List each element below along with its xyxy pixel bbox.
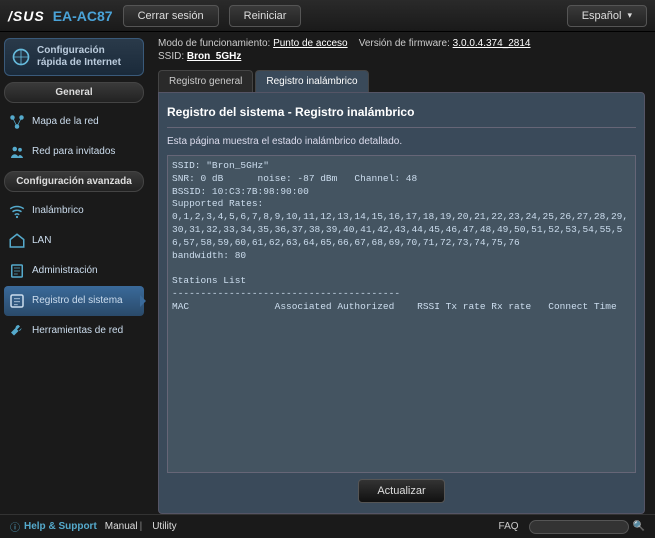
panel: Registro del sistema - Registro inalámbr…: [158, 92, 645, 514]
sidebar-item-label: Inalámbrico: [32, 205, 84, 217]
sidebar-item-label: Administración: [32, 265, 98, 277]
sidebar-header-advanced: Configuración avanzada: [4, 171, 144, 192]
sidebar-item-network-map[interactable]: Mapa de la red: [4, 107, 144, 137]
help-support-label: Help & Support: [24, 521, 97, 532]
wireless-icon: [8, 202, 26, 220]
sidebar-item-label: Registro del sistema: [32, 295, 123, 307]
tabs: Registro general Registro inalámbrico: [158, 70, 645, 92]
logout-button[interactable]: Cerrar sesión: [123, 5, 219, 27]
main-content: Modo de funcionamiento: Punto de acceso …: [148, 32, 655, 514]
qis-label: Configuración rápida de Internet: [37, 45, 137, 69]
qis-button[interactable]: Configuración rápida de Internet: [4, 38, 144, 76]
firmware-link[interactable]: 3.0.0.4.374_2814: [453, 38, 531, 49]
manual-link[interactable]: Manual: [105, 521, 138, 532]
refresh-button[interactable]: Actualizar: [358, 479, 444, 503]
search-input[interactable]: [529, 520, 629, 534]
info-row-2: SSID: Bron_5GHz: [158, 51, 645, 62]
sidebar-item-system-log[interactable]: Registro del sistema: [4, 286, 144, 316]
info-row-1: Modo de funcionamiento: Punto de acceso …: [158, 38, 645, 49]
wireless-log-textarea[interactable]: SSID: "Bron_5GHz" SNR: 0 dB noise: -87 d…: [167, 155, 636, 473]
sidebar-item-wireless[interactable]: Inalámbrico: [4, 196, 144, 226]
lan-icon: [8, 232, 26, 250]
sidebar-header-general: General: [4, 82, 144, 103]
reboot-button[interactable]: Reiniciar: [229, 5, 302, 27]
globe-arrow-icon: [11, 47, 31, 67]
guest-icon: [8, 143, 26, 161]
tab-general-log[interactable]: Registro general: [158, 70, 253, 92]
operation-mode-link[interactable]: Punto de acceso: [273, 38, 348, 49]
language-dropdown[interactable]: Español: [567, 5, 647, 27]
faq-link[interactable]: FAQ: [499, 521, 519, 532]
footer: ⓘ Help & Support Manual | Utility FAQ 🔍: [0, 514, 655, 538]
header: /SUS EA-AC87 Cerrar sesión Reiniciar Esp…: [0, 0, 655, 32]
ssid-value: Bron_5GHz: [187, 51, 241, 62]
tools-icon: [8, 322, 26, 340]
sidebar: Configuración rápida de Internet General…: [0, 32, 148, 514]
info-icon: ⓘ: [10, 519, 20, 534]
network-map-icon: [8, 113, 26, 131]
log-icon: [8, 292, 26, 310]
utility-link[interactable]: Utility: [152, 521, 176, 532]
sidebar-item-administration[interactable]: Administración: [4, 256, 144, 286]
sidebar-item-lan[interactable]: LAN: [4, 226, 144, 256]
sidebar-item-label: Mapa de la red: [32, 116, 99, 128]
model-name: EA-AC87: [53, 8, 113, 24]
sidebar-item-network-tools[interactable]: Herramientas de red: [4, 316, 144, 346]
sidebar-item-label: Herramientas de red: [32, 325, 123, 337]
panel-title: Registro del sistema - Registro inalámbr…: [167, 101, 636, 128]
sidebar-item-label: LAN: [32, 235, 51, 247]
sidebar-item-label: Red para invitados: [32, 146, 115, 158]
panel-description: Esta página muestra el estado inalámbric…: [167, 136, 636, 147]
admin-icon: [8, 262, 26, 280]
brand-logo: /SUS: [8, 8, 45, 24]
sidebar-item-guest-network[interactable]: Red para invitados: [4, 137, 144, 167]
tab-wireless-log[interactable]: Registro inalámbrico: [255, 70, 368, 92]
search-icon[interactable]: 🔍: [633, 521, 645, 532]
